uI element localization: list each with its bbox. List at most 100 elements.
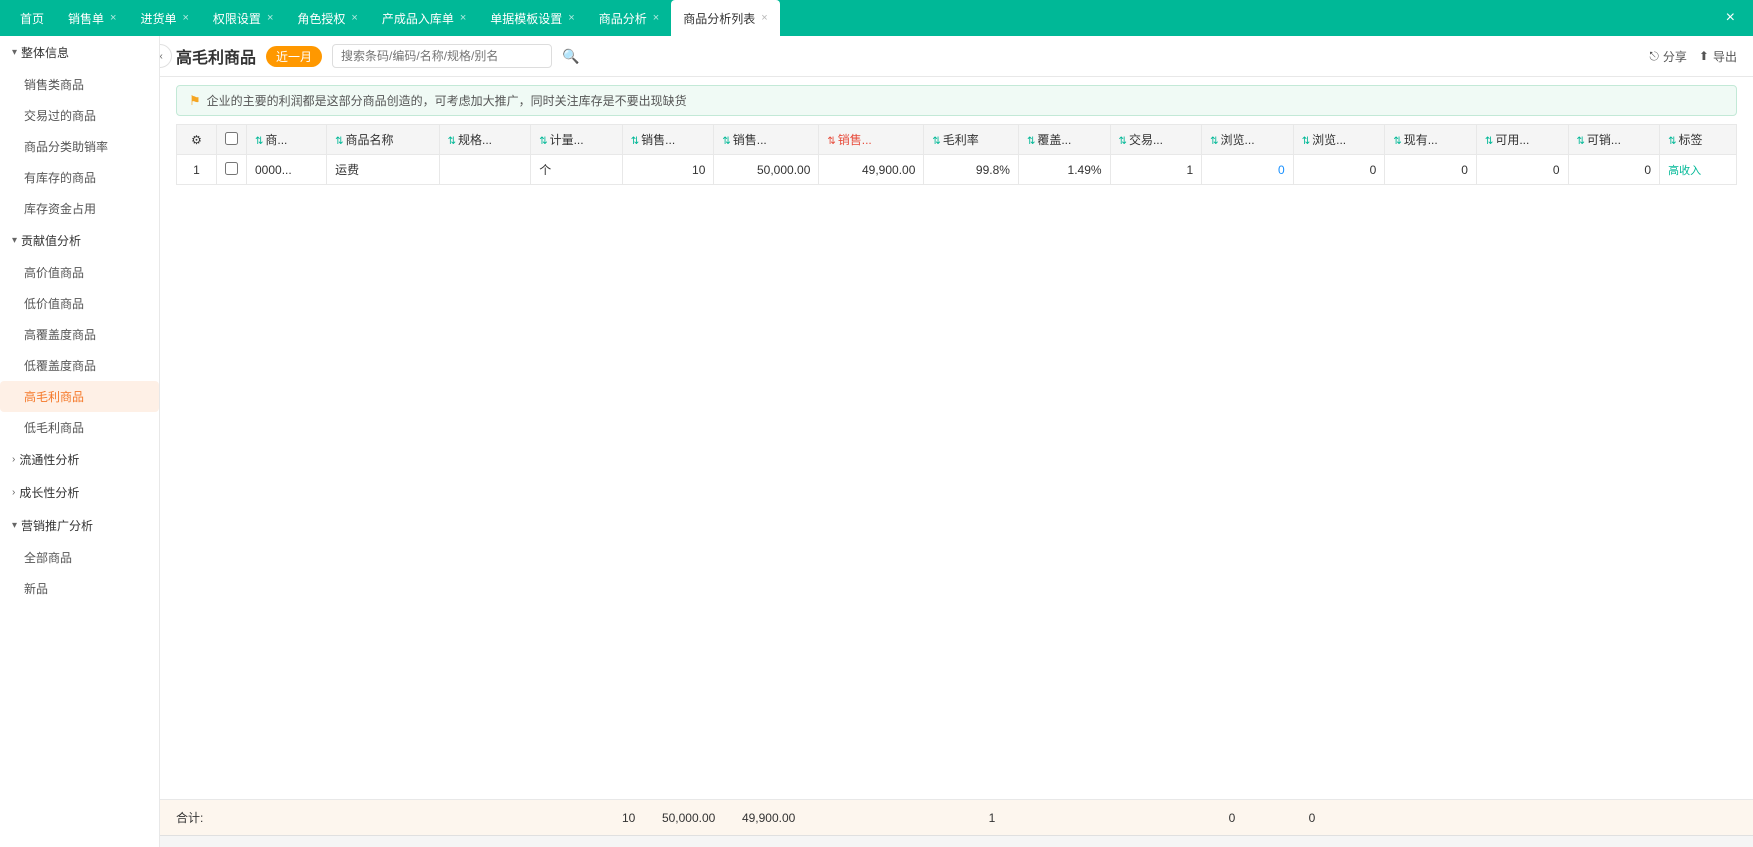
sidebar-section-growth[interactable]: › 成长性分析 (0, 476, 159, 509)
share-icon: ⎋ (1649, 49, 1659, 64)
table-body: 1 0000... 运费 个 10 50,000.00 49,900.00 99… (177, 155, 1737, 185)
sidebar-item-traded-goods[interactable]: 交易过的商品 (0, 100, 159, 131)
cell-tag: 高收入 (1660, 155, 1737, 185)
sidebar-item-high-coverage[interactable]: 高覆盖度商品 (0, 319, 159, 350)
cell-cover-rate: 1.49% (1018, 155, 1110, 185)
sidebar-item-stock-capital[interactable]: 库存资金占用 (0, 193, 159, 224)
col-cover-rate[interactable]: ⇅覆盖... (1018, 125, 1110, 155)
col-sale-profit[interactable]: ⇅销售... (819, 125, 924, 155)
share-button[interactable]: ⎋ 分享 (1649, 48, 1687, 65)
sidebar-item-low-margin[interactable]: 低毛利商品 (0, 412, 159, 443)
cell-browse-a[interactable]: 0 (1202, 155, 1294, 185)
nav-product-analysis-list[interactable]: 商品分析列表 × (671, 0, 779, 36)
search-input[interactable] (332, 44, 552, 68)
footer-placeholder-1 (243, 811, 443, 825)
cell-stock-sale: 0 (1568, 155, 1660, 185)
footer-sale-profit: 49,900.00 (723, 811, 803, 825)
footer-trade-qty: 1 (923, 811, 1003, 825)
cell-index: 1 (177, 155, 217, 185)
cell-name: 运费 (327, 155, 439, 185)
sidebar-item-category-rate[interactable]: 商品分类助销率 (0, 131, 159, 162)
col-checkbox[interactable] (217, 125, 247, 155)
close-all-tabs[interactable]: × (1716, 9, 1745, 27)
col-stock-curr[interactable]: ⇅现有... (1385, 125, 1477, 155)
footer-sale-qty: 10 (563, 811, 643, 825)
nav-product-inbound[interactable]: 产成品入库单 × (370, 0, 478, 36)
sidebar-section-marketing[interactable]: ▾ 营销推广分析 (0, 509, 159, 542)
col-name[interactable]: ⇅商品名称 (327, 125, 439, 155)
col-unit[interactable]: ⇅计量... (531, 125, 623, 155)
col-sale-qty[interactable]: ⇅销售... (622, 125, 714, 155)
table-wrapper[interactable]: ⚙ ⇅商... ⇅商品名称 ⇅规格... ⇅计量... ⇅销售... ⇅销售..… (160, 124, 1753, 799)
nav-role-auth[interactable]: 角色授权 × (285, 0, 369, 36)
footer-label: 合计: (176, 809, 203, 826)
col-sale-amt[interactable]: ⇅销售... (714, 125, 819, 155)
footer-placeholder-2 (443, 811, 503, 825)
close-sales-order[interactable]: × (110, 12, 116, 24)
bottom-scrollbar[interactable] (160, 835, 1753, 847)
sidebar-section-liquidity[interactable]: › 流通性分析 (0, 443, 159, 476)
nav-product-analysis[interactable]: 商品分析 × (587, 0, 671, 36)
nav-permission[interactable]: 权限设置 × (201, 0, 285, 36)
row-checkbox[interactable] (225, 162, 238, 175)
footer-sale-amt: 50,000.00 (643, 811, 723, 825)
settings-icon[interactable]: ⚙ (191, 133, 202, 147)
main-area: ▾ 整体信息 销售类商品 交易过的商品 商品分类助销率 有库存的商品 库存资金占… (0, 36, 1753, 847)
cell-checkbox[interactable] (217, 155, 247, 185)
arrow-liquidity: › (12, 454, 15, 465)
sidebar-item-sales-goods[interactable]: 销售类商品 (0, 69, 159, 100)
close-purchase-order[interactable]: × (182, 12, 188, 24)
col-tag[interactable]: ⇅标签 (1660, 125, 1737, 155)
col-browse-b[interactable]: ⇅浏览... (1293, 125, 1385, 155)
nav-sales-order[interactable]: 销售单 × (56, 0, 128, 36)
close-template-settings[interactable]: × (568, 12, 574, 24)
filter-button[interactable]: 近一月 (266, 46, 322, 67)
col-code[interactable]: ⇅商... (247, 125, 327, 155)
col-browse-a[interactable]: ⇅浏览... (1202, 125, 1294, 155)
nav-home[interactable]: 首页 (8, 0, 56, 36)
search-button[interactable]: 🔍 (562, 48, 579, 65)
close-product-analysis-list[interactable]: × (761, 12, 767, 24)
sidebar-item-high-margin[interactable]: 高毛利商品 (0, 381, 159, 412)
nav-template-settings[interactable]: 单据模板设置 × (478, 0, 586, 36)
col-stock-sale[interactable]: ⇅可销... (1568, 125, 1660, 155)
close-role-auth[interactable]: × (351, 12, 357, 24)
col-gross-rate[interactable]: ⇅毛利率 (924, 125, 1019, 155)
col-spec[interactable]: ⇅规格... (439, 125, 531, 155)
close-permission[interactable]: × (267, 12, 273, 24)
sidebar-section-contribution[interactable]: ▾ 贡献值分析 (0, 224, 159, 257)
footer-browse-a (1003, 811, 1083, 825)
cell-stock-avail: 0 (1476, 155, 1568, 185)
arrow-overall: ▾ (12, 47, 17, 58)
footer-bar: 合计: 10 50,000.00 49,900.00 1 0 0 (160, 799, 1753, 835)
close-product-inbound[interactable]: × (460, 12, 466, 24)
footer-placeholder-3 (503, 811, 563, 825)
col-stock-avail[interactable]: ⇅可用... (1476, 125, 1568, 155)
sidebar-item-low-value[interactable]: 低价值商品 (0, 288, 159, 319)
header-actions: ⎋ 分享 ⬆ 导出 (1649, 48, 1737, 65)
col-trade-qty[interactable]: ⇅交易... (1110, 125, 1202, 155)
col-index: ⚙ (177, 125, 217, 155)
sidebar-section-overall[interactable]: ▾ 整体信息 (0, 36, 159, 69)
cell-trade-qty: 1 (1110, 155, 1202, 185)
footer-stock-avail: 0 (1243, 811, 1323, 825)
footer-browse-b (1083, 811, 1163, 825)
tip-bar: ⚑ 企业的主要的利润都是这部分商品创造的，可考虑加大推广，同时关注库存是不要出现… (176, 85, 1737, 116)
close-product-analysis[interactable]: × (653, 12, 659, 24)
footer-cells: 10 50,000.00 49,900.00 1 0 0 (243, 811, 1737, 825)
cell-unit: 个 (531, 155, 623, 185)
cell-code: 0000... (247, 155, 327, 185)
sidebar-item-new-goods[interactable]: 新品 (0, 573, 159, 604)
sidebar-item-high-value[interactable]: 高价值商品 (0, 257, 159, 288)
sidebar-item-all-goods[interactable]: 全部商品 (0, 542, 159, 573)
select-all-checkbox[interactable] (225, 132, 238, 145)
sidebar-item-low-coverage[interactable]: 低覆盖度商品 (0, 350, 159, 381)
sidebar-collapse-toggle[interactable]: « (160, 44, 172, 68)
content-header: « 高毛利商品 近一月 🔍 ⎋ 分享 ⬆ 导出 (160, 36, 1753, 77)
cell-stock-curr: 0 (1385, 155, 1477, 185)
export-button[interactable]: ⬆ 导出 (1699, 48, 1737, 65)
cell-spec (439, 155, 531, 185)
sidebar-item-in-stock[interactable]: 有库存的商品 (0, 162, 159, 193)
nav-purchase-order[interactable]: 进货单 × (128, 0, 200, 36)
footer-stock-curr: 0 (1163, 811, 1243, 825)
